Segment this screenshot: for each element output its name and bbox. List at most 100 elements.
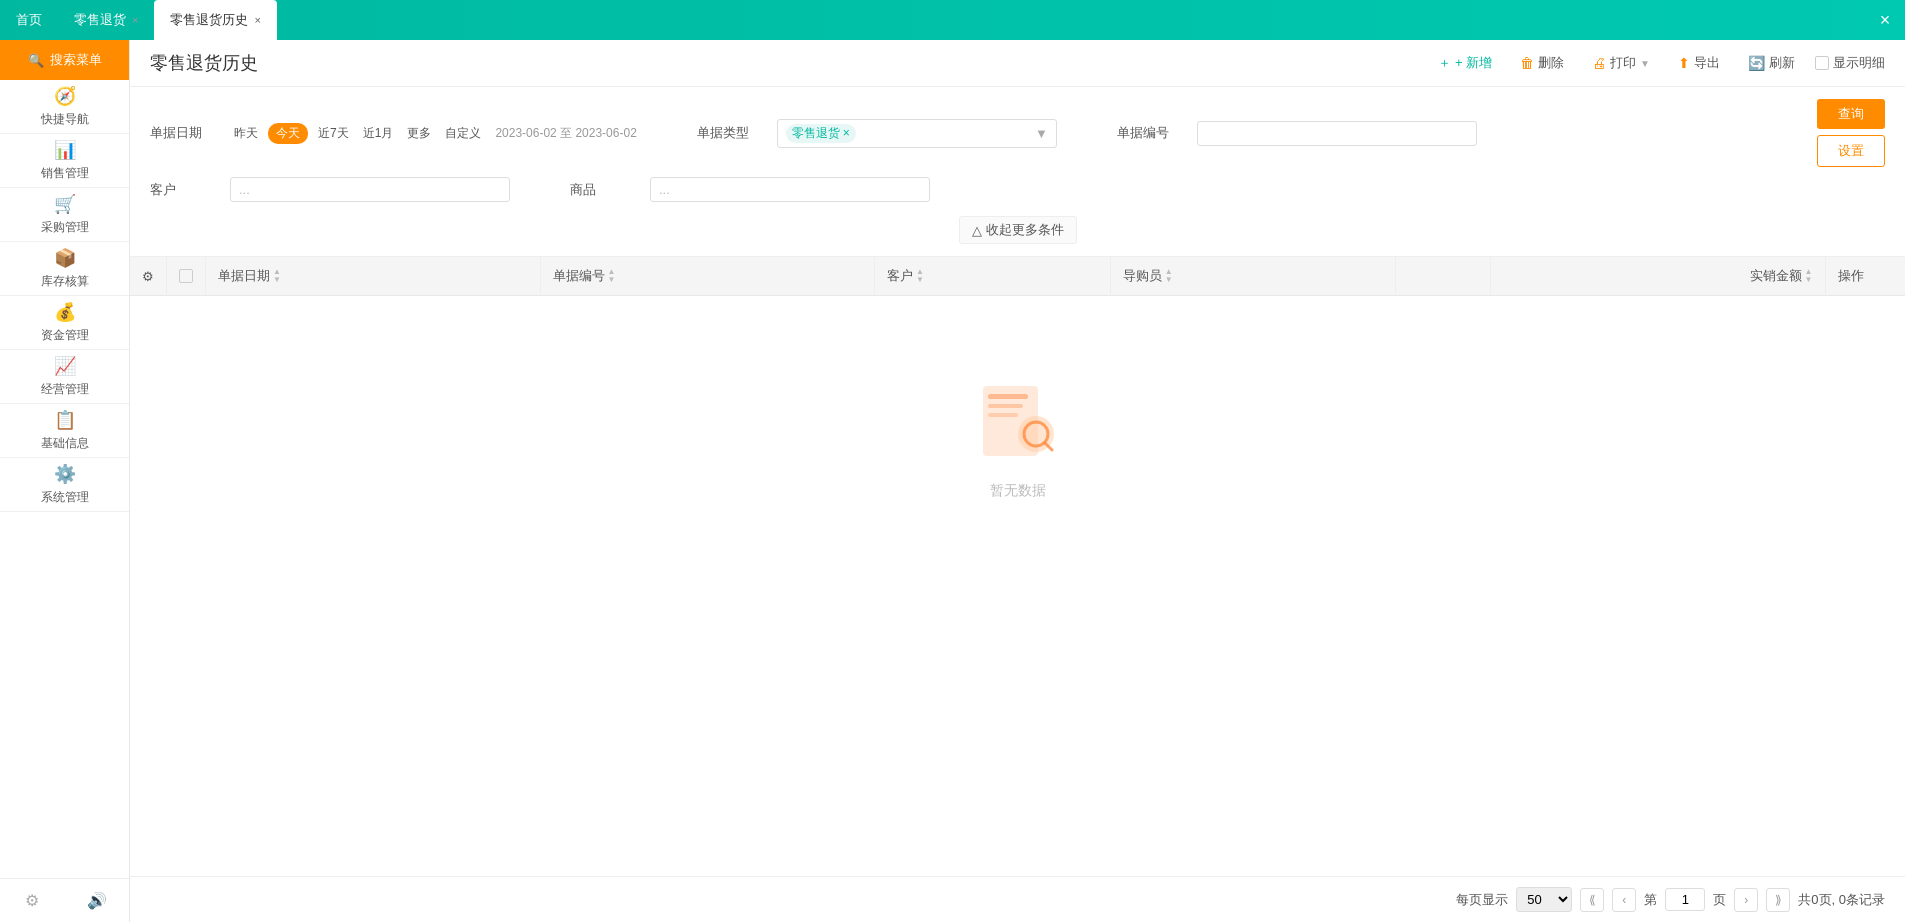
next-page-button[interactable]: › <box>1734 888 1758 912</box>
date-btn-custom[interactable]: 自定义 <box>441 123 485 144</box>
customer-placeholder: ... <box>239 182 250 197</box>
collapse-label: 收起更多条件 <box>986 221 1064 239</box>
sidebar-search-label: 搜索菜单 <box>50 51 102 69</box>
window-close-button[interactable]: × <box>1865 0 1905 40</box>
search-icon: 🔍 <box>28 53 44 68</box>
col-guide[interactable]: 导购员 ▲▼ <box>1110 257 1395 296</box>
prev-page-icon: ‹ <box>1622 893 1626 907</box>
page-number-input[interactable] <box>1665 888 1705 911</box>
sidebar-item-basic-label: 基础信息 <box>41 435 89 452</box>
page-unit-label: 页 <box>1713 891 1726 909</box>
date-range-display: 2023-06-02 至 2023-06-02 <box>495 125 636 142</box>
col-checkbox[interactable] <box>167 257 206 296</box>
doc-type-select[interactable]: 零售退货 × ▼ <box>777 119 1057 148</box>
speaker-icon: 🔊 <box>87 891 107 910</box>
export-button[interactable]: ⬆ 导出 <box>1670 50 1728 76</box>
col-amount[interactable]: 实销金额 ▲▼ <box>1490 257 1825 296</box>
delete-button[interactable]: 🗑 删除 <box>1512 50 1572 76</box>
doc-no-input[interactable] <box>1197 121 1477 146</box>
show-detail-checkbox[interactable] <box>1815 56 1829 70</box>
prev-page-button[interactable]: ‹ <box>1612 888 1636 912</box>
sidebar: 🔍 搜索菜单 🧭 快捷导航 📊 销售管理 🛒 采购管理 📦 库存核算 💰 <box>0 40 130 922</box>
data-table: ⚙ 单据日期 ▲▼ 单据编号 <box>130 257 1905 580</box>
sidebar-item-system-mgmt[interactable]: ⚙️ 系统管理 <box>0 458 129 512</box>
first-page-icon: ⟪ <box>1589 893 1596 907</box>
col-amount-label: 实销金额 <box>1750 267 1802 285</box>
empty-state-text: 暂无数据 <box>990 482 1046 500</box>
doc-type-tag-remove[interactable]: × <box>843 126 850 140</box>
sidebar-item-sales-label: 销售管理 <box>41 165 89 182</box>
print-button[interactable]: 🖨 打印 ▼ <box>1584 50 1658 76</box>
col-doc-date[interactable]: 单据日期 ▲▼ <box>206 257 541 296</box>
column-settings-icon[interactable]: ⚙ <box>142 269 154 284</box>
sidebar-item-basic-info[interactable]: 📋 基础信息 <box>0 404 129 458</box>
page-size-select[interactable]: 50 20 100 <box>1516 887 1572 912</box>
sidebar-gear-button[interactable]: ⚙ <box>16 885 48 917</box>
col-guide-label: 导购员 <box>1123 267 1162 285</box>
delete-icon: 🗑 <box>1520 55 1534 71</box>
date-btn-yesterday[interactable]: 昨天 <box>230 123 262 144</box>
col-ops: 操作 <box>1825 257 1905 296</box>
tab-retail-return-history-close[interactable]: × <box>254 14 260 26</box>
empty-row: 暂无数据 <box>130 296 1905 581</box>
tab-retail-return[interactable]: 零售退货 × <box>58 0 154 40</box>
set-button[interactable]: 设置 <box>1817 135 1885 167</box>
query-button[interactable]: 查询 <box>1817 99 1885 129</box>
date-btn-1month[interactable]: 近1月 <box>359 123 398 144</box>
sidebar-item-operation-mgmt[interactable]: 📈 经营管理 <box>0 350 129 404</box>
svg-rect-3 <box>988 413 1018 417</box>
col-customer-sort: 客户 ▲▼ <box>887 267 1098 285</box>
date-btn-more[interactable]: 更多 <box>403 123 435 144</box>
sidebar-item-quick-nav[interactable]: 🧭 快捷导航 <box>0 80 129 134</box>
col-customer-label: 客户 <box>887 267 913 285</box>
sidebar-item-purchase-label: 采购管理 <box>41 219 89 236</box>
goods-select[interactable]: ... <box>650 177 930 202</box>
svg-rect-2 <box>988 404 1023 408</box>
page-size-label: 每页显示 <box>1456 891 1508 909</box>
sort-arrows-no: ▲▼ <box>608 268 616 284</box>
system-icon: ⚙️ <box>54 463 76 485</box>
first-page-button[interactable]: ⟪ <box>1580 888 1604 912</box>
col-customer[interactable]: 客户 ▲▼ <box>875 257 1111 296</box>
col-doc-no-label: 单据编号 <box>553 267 605 285</box>
tab-home[interactable]: 首页 <box>0 0 58 40</box>
customer-select[interactable]: ... <box>230 177 510 202</box>
date-filters: 昨天 今天 近7天 近1月 更多 自定义 2023-06-02 至 2023-0… <box>230 123 637 144</box>
sidebar-item-finance-label: 资金管理 <box>41 327 89 344</box>
col-doc-date-sort: 单据日期 ▲▼ <box>218 267 528 285</box>
date-btn-today[interactable]: 今天 <box>268 123 308 144</box>
sidebar-item-purchase-mgmt[interactable]: 🛒 采购管理 <box>0 188 129 242</box>
inventory-icon: 📦 <box>54 247 76 269</box>
doc-type-chevron-icon: ▼ <box>1035 126 1048 141</box>
print-chevron-icon: ▼ <box>1640 58 1650 69</box>
collapse-button[interactable]: △ 收起更多条件 <box>959 216 1077 244</box>
delete-btn-label: 删除 <box>1538 54 1564 72</box>
new-button[interactable]: ＋ + 新增 <box>1430 50 1500 76</box>
refresh-button[interactable]: 🔄 刷新 <box>1740 50 1803 76</box>
sidebar-item-inventory-calc[interactable]: 📦 库存核算 <box>0 242 129 296</box>
sidebar-item-sales-mgmt[interactable]: 📊 销售管理 <box>0 134 129 188</box>
col-settings[interactable]: ⚙ <box>130 257 167 296</box>
export-btn-label: 导出 <box>1694 54 1720 72</box>
tab-retail-return-history[interactable]: 零售退货历史 × <box>154 0 276 40</box>
last-page-button[interactable]: ⟫ <box>1766 888 1790 912</box>
show-detail-toggle[interactable]: 显示明细 <box>1815 54 1885 72</box>
sidebar-items: 🧭 快捷导航 📊 销售管理 🛒 采购管理 📦 库存核算 💰 资金管理 📈 <box>0 80 129 878</box>
quick-nav-icon: 🧭 <box>54 85 76 107</box>
col-ops-label: 操作 <box>1838 268 1864 283</box>
main-layout: 🔍 搜索菜单 🧭 快捷导航 📊 销售管理 🛒 采购管理 📦 库存核算 💰 <box>0 40 1905 922</box>
sidebar-search[interactable]: 🔍 搜索菜单 <box>0 40 129 80</box>
sort-arrows-guide: ▲▼ <box>1165 268 1173 284</box>
sort-arrows-customer: ▲▼ <box>916 268 924 284</box>
select-all-checkbox[interactable] <box>179 269 193 283</box>
date-btn-7days[interactable]: 近7天 <box>314 123 353 144</box>
doc-no-label: 单据编号 <box>1117 124 1177 142</box>
empty-state-icon <box>968 376 1068 466</box>
new-icon: ＋ <box>1438 54 1451 72</box>
sidebar-speaker-button[interactable]: 🔊 <box>81 885 113 917</box>
sidebar-item-finance-mgmt[interactable]: 💰 资金管理 <box>0 296 129 350</box>
col-doc-no[interactable]: 单据编号 ▲▼ <box>540 257 875 296</box>
tab-retail-return-close[interactable]: × <box>132 14 138 26</box>
basic-info-icon: 📋 <box>54 409 76 431</box>
col-doc-date-label: 单据日期 <box>218 267 270 285</box>
